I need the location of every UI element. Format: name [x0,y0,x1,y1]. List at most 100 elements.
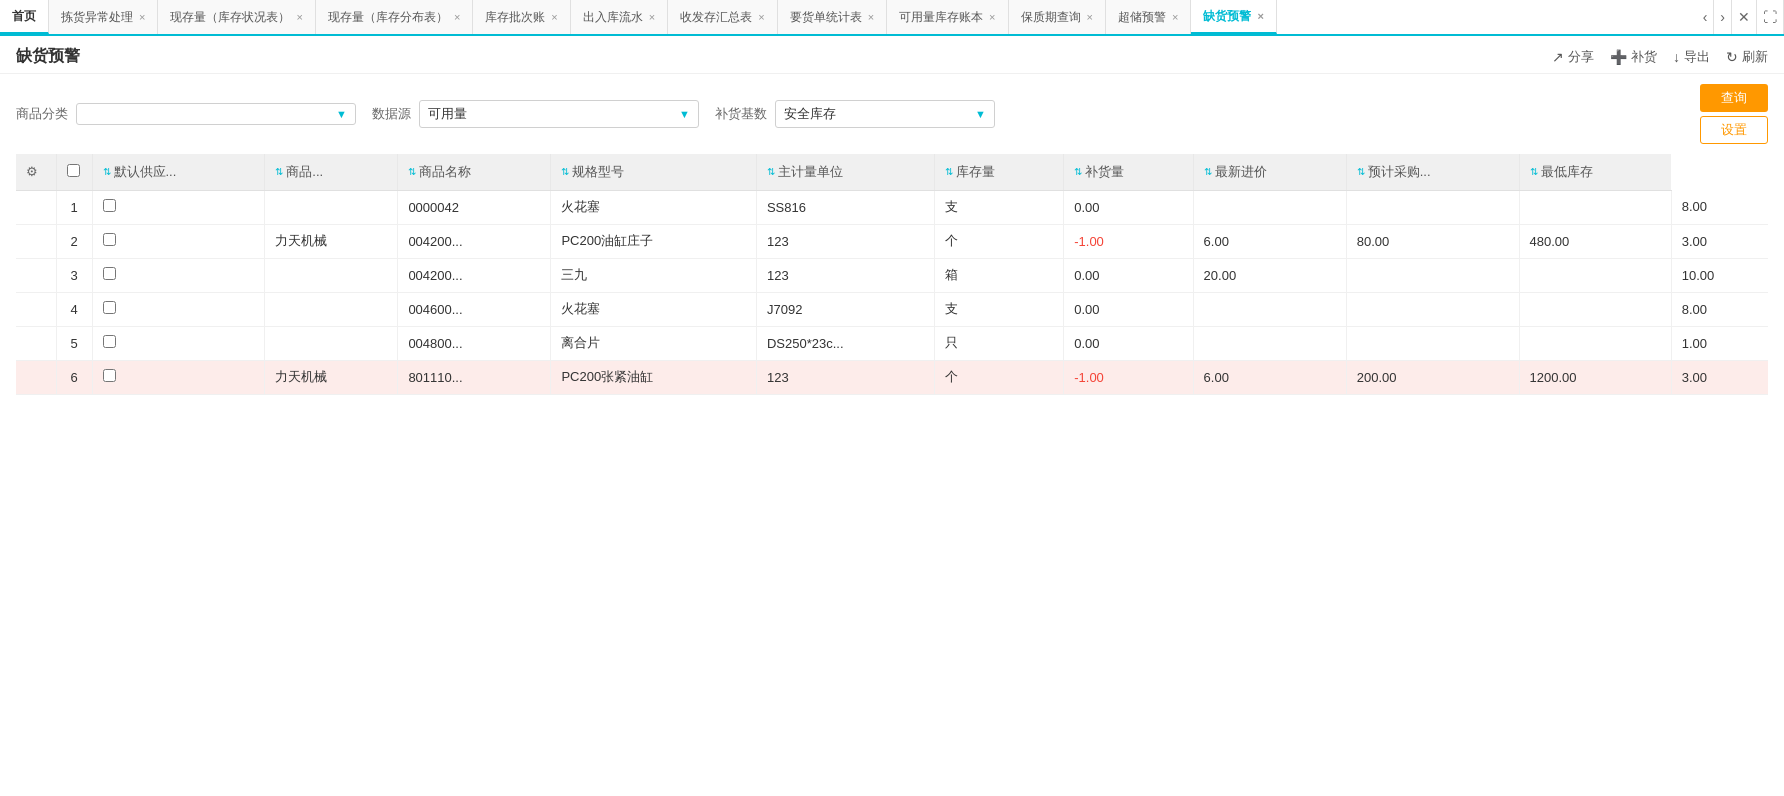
tab-8[interactable]: 可用量库存账本 × [887,0,1008,34]
row-est-purchase: 1200.00 [1519,360,1671,394]
row-replenish: 6.00 [1193,360,1346,394]
row-replenish: 20.00 [1193,258,1346,292]
row-checkbox[interactable] [103,199,116,212]
base-select-value: 安全库存 [784,105,836,123]
category-chevron-icon: ▼ [336,108,347,120]
row-settings-cell [16,224,56,258]
row-settings-cell [16,190,56,224]
row-name: 火花塞 [551,190,756,224]
datasource-select[interactable]: 可用量 ▼ [419,100,699,128]
sort-icon: ⇅ [408,166,416,177]
latest-price-sort[interactable]: ⇅ 最新进价 [1204,163,1267,181]
tab-1[interactable]: 拣货异常处理 × [49,0,158,34]
tab-nav-next[interactable]: › [1714,0,1732,34]
tab-close-7[interactable]: × [868,11,874,23]
tab-2[interactable]: 现存量（库存状况表） × [158,0,315,34]
row-checkbox-cell [92,292,265,326]
sort-icon: ⇅ [945,166,953,177]
row-settings-cell [16,292,56,326]
tab-7[interactable]: 要货单统计表 × [778,0,887,34]
stock-sort[interactable]: ⇅ 库存量 [945,163,995,181]
col-stock[interactable]: ⇅ 库存量 [934,154,1063,190]
gear-icon[interactable]: ⚙ [26,164,38,179]
row-checkbox[interactable] [103,233,116,246]
settings-button[interactable]: 设置 [1700,116,1768,144]
filter-row: 商品分类 ▼ 数据源 可用量 ▼ 补货基数 安全库存 ▼ 查询 设置 [0,74,1784,154]
row-checkbox[interactable] [103,267,116,280]
col-latest-price[interactable]: ⇅ 最新进价 [1193,154,1346,190]
supplement-button[interactable]: ➕ 补货 [1610,48,1657,66]
tab-close-8[interactable]: × [989,11,995,23]
row-checkbox[interactable] [103,335,116,348]
tab-5[interactable]: 出入库流水 × [571,0,668,34]
datasource-label: 数据源 [372,105,411,123]
tab-home[interactable]: 首页 [0,0,49,34]
tab-nav-expand[interactable]: ⛶ [1757,0,1784,34]
row-code: 0000042 [398,190,551,224]
row-latest-price [1346,190,1519,224]
row-checkbox-cell [92,360,265,394]
tab-10[interactable]: 超储预警 × [1106,0,1191,34]
refresh-button[interactable]: ↻ 刷新 [1726,48,1768,66]
row-latest-price [1346,258,1519,292]
col-est-purchase[interactable]: ⇅ 预计采购... [1346,154,1519,190]
col-unit[interactable]: ⇅ 主计量单位 [756,154,934,190]
row-supplier [265,292,398,326]
replenish-sort[interactable]: ⇅ 补货量 [1074,163,1124,181]
base-select[interactable]: 安全库存 ▼ [775,100,995,128]
col-spec[interactable]: ⇅ 规格型号 [551,154,756,190]
tab-3[interactable]: 现存量（库存分布表） × [316,0,473,34]
tab-9[interactable]: 保质期查询 × [1009,0,1106,34]
tab-nav-restore[interactable]: ✕ [1732,0,1757,34]
code-sort[interactable]: ⇅ 商品... [275,163,323,181]
row-min-stock: 10.00 [1671,258,1768,292]
tab-close-6[interactable]: × [758,11,764,23]
row-settings-cell [16,360,56,394]
col-code[interactable]: ⇅ 商品... [265,154,398,190]
tab-close-5[interactable]: × [649,11,655,23]
share-button[interactable]: ↗ 分享 [1552,48,1594,66]
col-replenish[interactable]: ⇅ 补货量 [1064,154,1193,190]
sort-icon: ⇅ [103,166,111,177]
row-replenish [1193,190,1346,224]
row-checkbox[interactable] [103,369,116,382]
row-name: 三九 [551,258,756,292]
tab-close-11[interactable]: × [1257,10,1263,22]
unit-sort[interactable]: ⇅ 主计量单位 [767,163,843,181]
tab-close-2[interactable]: × [296,11,302,23]
spec-sort[interactable]: ⇅ 规格型号 [561,163,624,181]
sort-icon: ⇅ [1074,166,1082,177]
row-unit: 支 [934,292,1063,326]
select-all-checkbox[interactable] [67,164,80,177]
tab-11[interactable]: 缺货预警 × [1191,0,1276,34]
col-name[interactable]: ⇅ 商品名称 [398,154,551,190]
category-select[interactable]: ▼ [76,103,356,125]
row-latest-price [1346,326,1519,360]
tab-4[interactable]: 库存批次账 × [473,0,570,34]
row-number: 2 [56,224,92,258]
min-stock-sort[interactable]: ⇅ 最低库存 [1530,163,1593,181]
page-content: 缺货预警 ↗ 分享 ➕ 补货 ↓ 导出 ↻ 刷新 商品分类 [0,36,1784,796]
col-supplier[interactable]: ⇅ 默认供应... [92,154,265,190]
tab-close-3[interactable]: × [454,11,460,23]
row-spec: DS250*23c... [756,326,934,360]
name-sort[interactable]: ⇅ 商品名称 [408,163,471,181]
row-code: 004200... [398,224,551,258]
row-number: 1 [56,190,92,224]
supplier-sort[interactable]: ⇅ 默认供应... [103,163,177,181]
tab-6[interactable]: 收发存汇总表 × [668,0,777,34]
query-button[interactable]: 查询 [1700,84,1768,112]
tab-close-4[interactable]: × [551,11,557,23]
row-spec: 123 [756,360,934,394]
tab-close-9[interactable]: × [1087,11,1093,23]
est-purchase-sort[interactable]: ⇅ 预计采购... [1357,163,1431,181]
row-checkbox[interactable] [103,301,116,314]
export-button[interactable]: ↓ 导出 [1673,48,1710,66]
tab-nav-prev[interactable]: ‹ [1697,0,1715,34]
row-name: 离合片 [551,326,756,360]
share-icon: ↗ [1552,49,1564,65]
tab-close-1[interactable]: × [139,11,145,23]
col-min-stock[interactable]: ⇅ 最低库存 [1519,154,1671,190]
row-checkbox-cell [92,326,265,360]
tab-close-10[interactable]: × [1172,11,1178,23]
